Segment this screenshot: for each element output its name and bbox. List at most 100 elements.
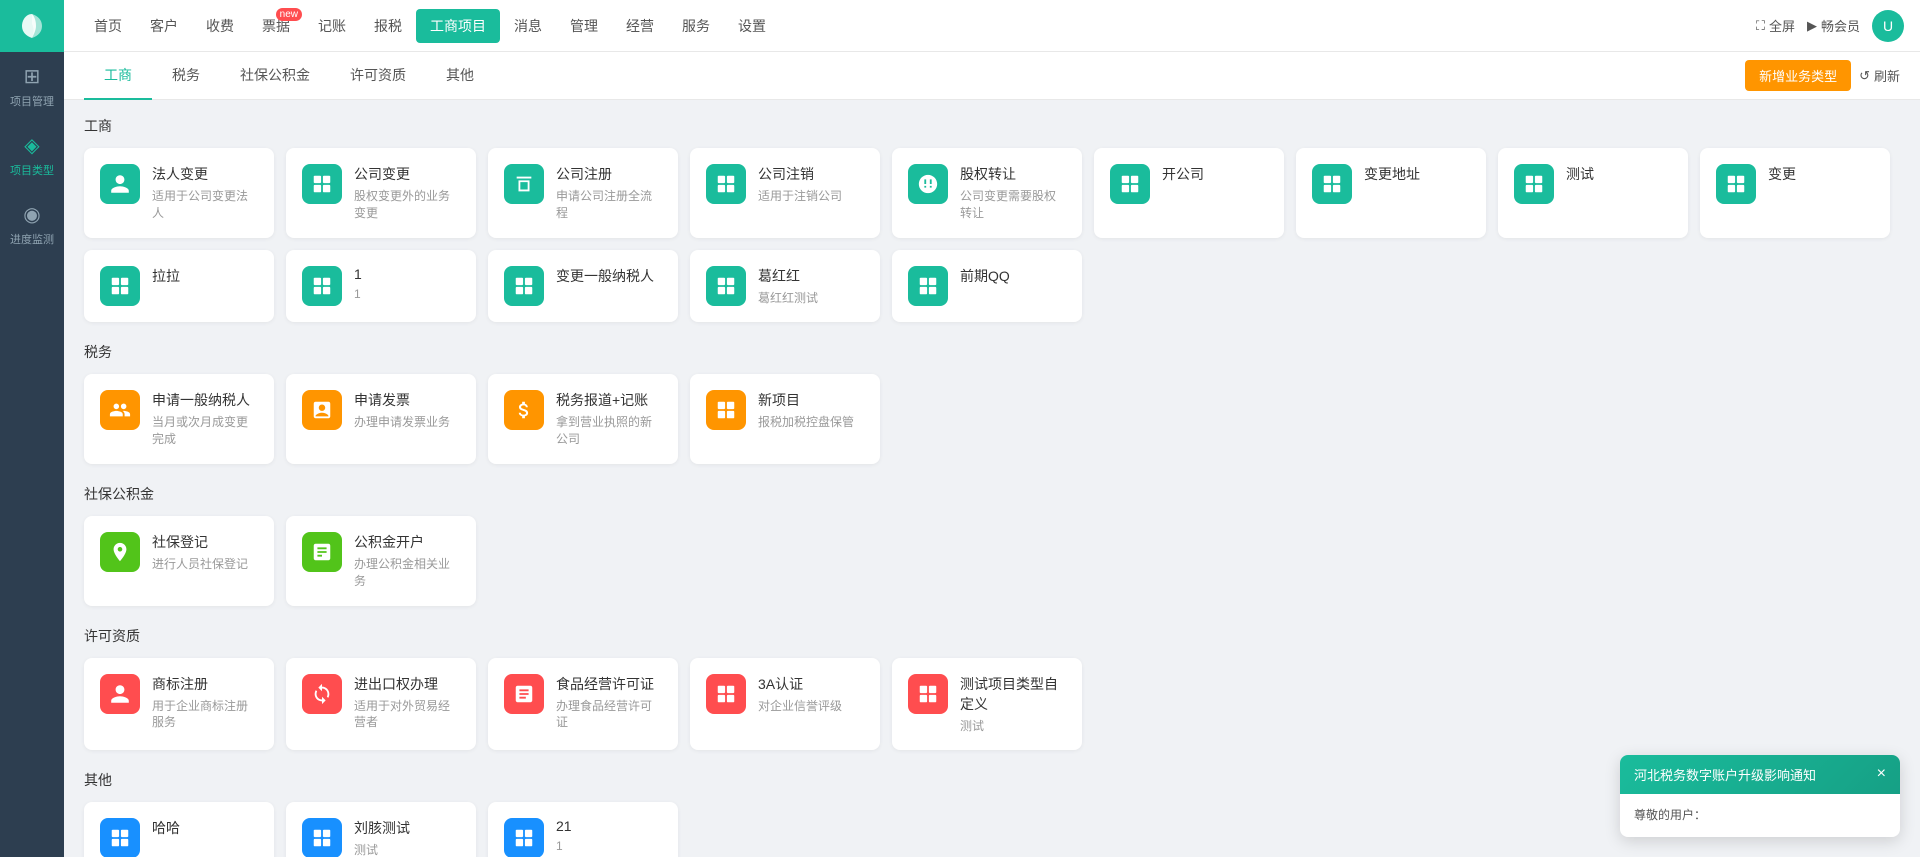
project-manage-icon: ⊞ [24, 64, 41, 89]
card-title-social-reg: 社保登记 [152, 532, 258, 552]
card-icon-test-type [908, 674, 948, 714]
notification-popup: 河北税务数字账户升级影响通知 × 尊敬的用户： [1620, 755, 1900, 837]
card-change-taxpayer[interactable]: 变更一般纳税人 [488, 250, 678, 323]
card-desc-company-reg: 申请公司注册全流程 [556, 188, 662, 222]
card-open-company[interactable]: 开公司 [1094, 148, 1284, 238]
card-content-equity-transfer: 股权转让 公司变更需要股权转让 [960, 164, 1066, 222]
card-icon-haha [100, 818, 140, 857]
sidebar-item-progress-monitor[interactable]: ◉ 进度监测 [0, 190, 64, 259]
card-test[interactable]: 测试 [1498, 148, 1688, 238]
sidebar-item-label: 进度监测 [10, 231, 54, 247]
card-title-equity-transfer: 股权转让 [960, 164, 1066, 184]
card-title-mohonghong: 葛红红 [758, 266, 864, 286]
nav-item-tax[interactable]: 报税 [360, 0, 416, 52]
user-avatar[interactable]: U [1872, 10, 1904, 42]
card-content-apply-taxpayer: 申请一般纳税人 当月或次月成变更完成 [152, 390, 258, 448]
card-haha[interactable]: 哈哈 [84, 802, 274, 857]
nav-item-accounting[interactable]: 记账 [304, 0, 360, 52]
card-content-apply-invoice: 申请发票 办理申请发票业务 [354, 390, 460, 431]
card-one[interactable]: 1 1 [286, 250, 476, 323]
card-content-liu-peng-test: 刘胲测试 测试 [354, 818, 460, 857]
card-desc-import-export: 适用于对外贸易经营者 [354, 698, 460, 732]
card-test-type[interactable]: 测试项目类型自定义 测试 [892, 658, 1082, 751]
card-content-trademark: 商标注册 用于企业商标注册服务 [152, 674, 258, 732]
card-icon-fund-open [302, 532, 342, 572]
card-front-qq[interactable]: 前期QQ [892, 250, 1082, 323]
card-icon-change [1716, 164, 1756, 204]
card-title-company-reg: 公司注册 [556, 164, 662, 184]
section-title-industry: 工商 [84, 116, 1900, 136]
card-icon-front-qq [908, 266, 948, 306]
nav-item-messages[interactable]: 消息 [500, 0, 556, 52]
card-twenty-one[interactable]: 21 1 [488, 802, 678, 857]
card-desc-new-project: 报税加税控盘保管 [758, 414, 864, 431]
card-title-front-qq: 前期QQ [960, 266, 1066, 286]
card-desc-twenty-one: 1 [556, 838, 662, 855]
tab-tax[interactable]: 税务 [152, 52, 220, 100]
card-icon-change-taxpayer [504, 266, 544, 306]
card-icon-3a-cert [706, 674, 746, 714]
nav-item-settings[interactable]: 设置 [724, 0, 780, 52]
card-social-reg[interactable]: 社保登记 进行人员社保登记 [84, 516, 274, 606]
card-import-export[interactable]: 进出口权办理 适用于对外贸易经营者 [286, 658, 476, 751]
nav-item-billing[interactable]: 收费 [192, 0, 248, 52]
refresh-button[interactable]: ↺ 刷新 [1859, 66, 1900, 85]
tab-other[interactable]: 其他 [426, 52, 494, 100]
card-mohonghong[interactable]: 葛红红 葛红红测试 [690, 250, 880, 323]
card-company-change[interactable]: 公司变更 股权变更外的业务变更 [286, 148, 476, 238]
card-title-apply-taxpayer: 申请一般纳税人 [152, 390, 258, 410]
card-tax-report[interactable]: 税务报道+记账 拿到营业执照的新公司 [488, 374, 678, 464]
nav-item-services[interactable]: 服务 [668, 0, 724, 52]
fullscreen-btn[interactable]: ⛶ 全屏 [1756, 16, 1795, 35]
card-company-cancel[interactable]: 公司注销 适用于注销公司 [690, 148, 880, 238]
card-content-import-export: 进出口权办理 适用于对外贸易经营者 [354, 674, 460, 732]
card-title-open-company: 开公司 [1162, 164, 1268, 184]
card-3a-cert[interactable]: 3A认证 对企业信誉评级 [690, 658, 880, 751]
nav-item-industry[interactable]: 工商项目 [416, 9, 500, 43]
cards-grid-industry: 法人变更 适用于公司变更法人 公司变更 股权变更外的业务变更 公司注册 [84, 148, 1900, 322]
nav-item-operations[interactable]: 经营 [612, 0, 668, 52]
card-legal-change[interactable]: 法人变更 适用于公司变更法人 [84, 148, 274, 238]
card-icon-new-project [706, 390, 746, 430]
progress-monitor-icon: ◉ [23, 202, 40, 227]
sidebar-item-project-type[interactable]: ◈ 项目类型 [0, 121, 64, 190]
card-desc-one: 1 [354, 286, 460, 303]
avatar-text: U [1883, 18, 1893, 34]
sidebar-item-project-manage[interactable]: ⊞ 项目管理 [0, 52, 64, 121]
card-change-address[interactable]: 变更地址 [1296, 148, 1486, 238]
member-btn[interactable]: ▶ 畅会员 [1807, 16, 1860, 35]
nav-item-customer[interactable]: 客户 [136, 0, 192, 52]
card-icon-twenty-one [504, 818, 544, 857]
card-content-company-change: 公司变更 股权变更外的业务变更 [354, 164, 460, 222]
card-title-twenty-one: 21 [556, 818, 662, 834]
cards-grid-license: 商标注册 用于企业商标注册服务 进出口权办理 适用于对外贸易经营者 食品经营 [84, 658, 1900, 751]
tab-social[interactable]: 社保公积金 [220, 52, 330, 100]
card-new-project[interactable]: 新项目 报税加税控盘保管 [690, 374, 880, 464]
nav-item-tickets[interactable]: 票据 new [248, 0, 304, 52]
nav-item-home[interactable]: 首页 [80, 0, 136, 52]
nav-item-management[interactable]: 管理 [556, 0, 612, 52]
card-icon-open-company [1110, 164, 1150, 204]
card-desc-trademark: 用于企业商标注册服务 [152, 698, 258, 732]
card-icon-lala [100, 266, 140, 306]
card-food-license[interactable]: 食品经营许可证 办理食品经营许可证 [488, 658, 678, 751]
card-apply-invoice[interactable]: 申请发票 办理申请发票业务 [286, 374, 476, 464]
card-equity-transfer[interactable]: 股权转让 公司变更需要股权转让 [892, 148, 1082, 238]
card-icon-apply-invoice [302, 390, 342, 430]
card-icon-test [1514, 164, 1554, 204]
new-type-button[interactable]: 新增业务类型 [1745, 60, 1851, 91]
card-company-reg[interactable]: 公司注册 申请公司注册全流程 [488, 148, 678, 238]
tab-industry[interactable]: 工商 [84, 52, 152, 100]
card-lala[interactable]: 拉拉 [84, 250, 274, 323]
card-title-liu-peng-test: 刘胲测试 [354, 818, 460, 838]
page-tabs: 工商 税务 社保公积金 许可资质 其他 [84, 52, 1745, 100]
card-trademark[interactable]: 商标注册 用于企业商标注册服务 [84, 658, 274, 751]
card-icon-social-reg [100, 532, 140, 572]
card-fund-open[interactable]: 公积金开户 办理公积金相关业务 [286, 516, 476, 606]
card-change[interactable]: 变更 [1700, 148, 1890, 238]
card-liu-peng-test[interactable]: 刘胲测试 测试 [286, 802, 476, 857]
tab-license[interactable]: 许可资质 [330, 52, 426, 100]
section-title-tax: 税务 [84, 342, 1900, 362]
card-apply-taxpayer[interactable]: 申请一般纳税人 当月或次月成变更完成 [84, 374, 274, 464]
notification-close-button[interactable]: × [1877, 765, 1886, 783]
